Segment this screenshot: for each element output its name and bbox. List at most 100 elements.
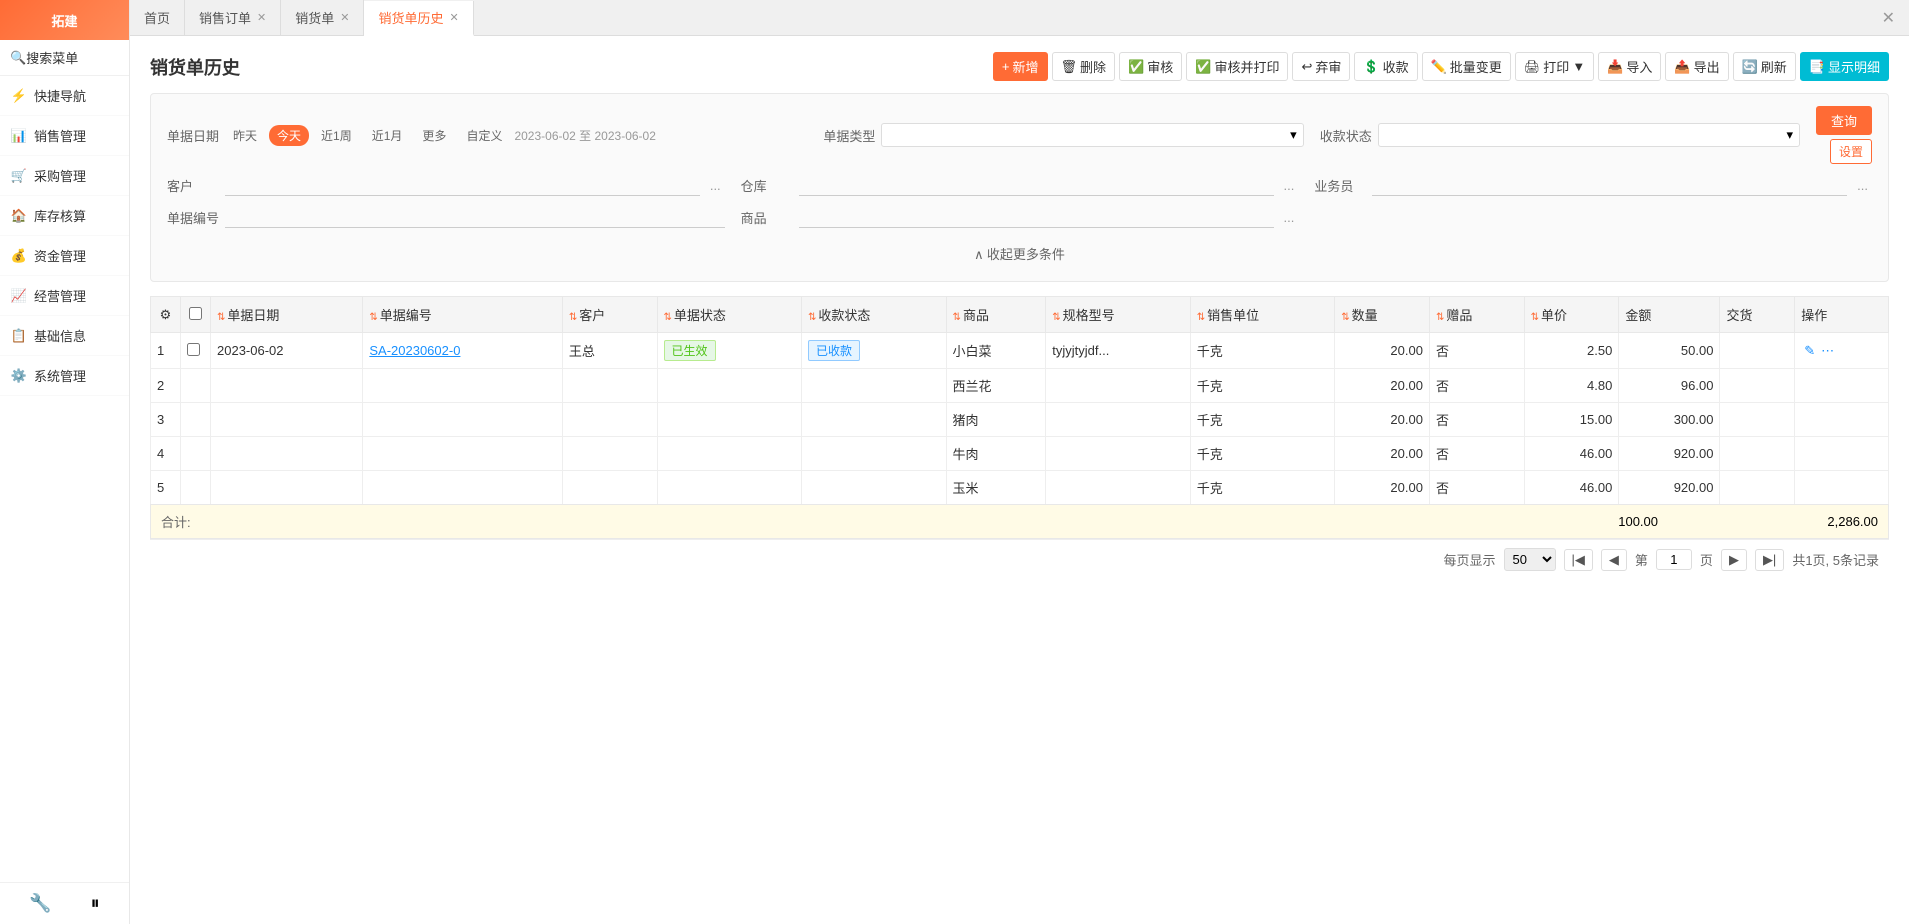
tab-home[interactable]: 首页 bbox=[130, 0, 185, 35]
col-gift[interactable]: ⇅赠品 bbox=[1429, 297, 1524, 333]
cell-action[interactable] bbox=[1795, 437, 1889, 471]
sidebar-item-operations[interactable]: 📈 经营管理 bbox=[0, 276, 129, 316]
customer-input[interactable] bbox=[225, 174, 700, 196]
edit-action-btn[interactable]: ✎ bbox=[1801, 343, 1818, 358]
date-yesterday[interactable]: 昨天 bbox=[225, 125, 265, 146]
date-today[interactable]: 今天 bbox=[269, 125, 309, 146]
cell-action[interactable] bbox=[1795, 369, 1889, 403]
row-checkbox[interactable] bbox=[181, 437, 211, 471]
refresh-button[interactable]: 🔄 刷新 bbox=[1733, 52, 1796, 81]
sidebar-item-inventory[interactable]: 🏠 库存核算 bbox=[0, 196, 129, 236]
doc-no-input[interactable] bbox=[225, 206, 725, 228]
collect-status-select[interactable]: ▾ bbox=[1378, 123, 1800, 147]
cell-customer bbox=[562, 437, 657, 471]
sidebar-item-basic-info[interactable]: 📋 基础信息 bbox=[0, 316, 129, 356]
salesperson-ellipsis[interactable]: ... bbox=[1853, 178, 1872, 193]
col-doc-no[interactable]: ⇅单据编号 bbox=[363, 297, 562, 333]
col-spec[interactable]: ⇅规格型号 bbox=[1046, 297, 1191, 333]
cell-doc-no[interactable] bbox=[363, 369, 562, 403]
row-checkbox-input[interactable] bbox=[187, 343, 200, 356]
last-page-btn[interactable]: ▶| bbox=[1755, 549, 1784, 571]
collect-icon: 💲 bbox=[1363, 59, 1379, 75]
sidebar-item-quick-nav[interactable]: ⚡ 快捷导航 bbox=[0, 76, 129, 116]
cell-doc-no[interactable] bbox=[363, 437, 562, 471]
tab-sales-order[interactable]: 销售订单 ✕ bbox=[185, 0, 281, 35]
col-date[interactable]: ⇅单据日期 bbox=[211, 297, 363, 333]
cell-trade bbox=[1720, 369, 1795, 403]
goods-input[interactable] bbox=[799, 206, 1274, 228]
row-checkbox[interactable] bbox=[181, 369, 211, 403]
print-button[interactable]: 🖨 打印 ▼ bbox=[1515, 52, 1594, 81]
tab-sales-delivery[interactable]: 销货单 ✕ bbox=[281, 0, 364, 35]
warehouse-input[interactable] bbox=[799, 174, 1274, 196]
date-custom[interactable]: 自定义 bbox=[458, 125, 510, 146]
cell-action[interactable]: ✎⋯ bbox=[1795, 333, 1889, 369]
prev-page-btn[interactable]: ◀ bbox=[1601, 549, 1627, 571]
cell-amount: 920.00 bbox=[1619, 471, 1720, 505]
sidebar-item-sales-mgmt[interactable]: 📊 销售管理 bbox=[0, 116, 129, 156]
page-number-input[interactable] bbox=[1656, 549, 1692, 570]
row-checkbox[interactable] bbox=[181, 403, 211, 437]
abandon-button[interactable]: ↩ 弃审 bbox=[1292, 52, 1350, 81]
col-price[interactable]: ⇅单价 bbox=[1524, 297, 1619, 333]
customer-ellipsis[interactable]: ... bbox=[706, 178, 725, 193]
col-settings[interactable]: ⚙ bbox=[151, 297, 181, 333]
batch-change-button[interactable]: ✏️ 批量变更 bbox=[1422, 52, 1511, 81]
cell-doc-no[interactable] bbox=[363, 471, 562, 505]
add-button[interactable]: + 新增 bbox=[993, 52, 1048, 81]
close-all-tabs[interactable]: ✕ bbox=[1868, 8, 1909, 28]
close-tab-sales-delivery[interactable]: ✕ bbox=[340, 11, 349, 24]
col-doc-status[interactable]: ⇅单据状态 bbox=[657, 297, 802, 333]
total-pages-label: 页 bbox=[1700, 550, 1713, 569]
row-checkbox[interactable] bbox=[181, 333, 211, 369]
filter-settings-button[interactable]: 设置 bbox=[1830, 139, 1872, 164]
delete-button[interactable]: 🗑 删除 bbox=[1052, 52, 1116, 81]
doc-type-select[interactable]: ▾ bbox=[881, 123, 1303, 147]
cell-doc-no[interactable] bbox=[363, 403, 562, 437]
review-button[interactable]: ✅ 审核 bbox=[1119, 52, 1182, 81]
cell-qty: 20.00 bbox=[1335, 369, 1430, 403]
review-print-button[interactable]: ✅ 审核并打印 bbox=[1186, 52, 1288, 81]
close-tab-sales-history[interactable]: ✕ bbox=[450, 11, 459, 24]
tab-sales-history[interactable]: 销货单历史 ✕ bbox=[364, 1, 473, 36]
select-all-checkbox[interactable] bbox=[189, 307, 202, 320]
col-collect-status[interactable]: ⇅收款状态 bbox=[802, 297, 947, 333]
sidebar-item-sys-mgmt[interactable]: ⚙️ 系统管理 bbox=[0, 356, 129, 396]
col-qty[interactable]: ⇅数量 bbox=[1335, 297, 1430, 333]
pause-icon[interactable]: ⏸ bbox=[91, 893, 100, 914]
sidebar-item-purchase-mgmt[interactable]: 🛒 采购管理 bbox=[0, 156, 129, 196]
cell-action[interactable] bbox=[1795, 471, 1889, 505]
show-detail-button[interactable]: 📑 显示明细 bbox=[1800, 52, 1889, 81]
footer-total-amount: 2,286.00 bbox=[1798, 514, 1878, 529]
goods-ellipsis[interactable]: ... bbox=[1280, 210, 1299, 225]
sidebar-search[interactable]: 🔍 搜索菜单 bbox=[0, 40, 129, 76]
date-last7[interactable]: 近1周 bbox=[313, 125, 360, 146]
doc-no-link[interactable]: SA-20230602-0 bbox=[369, 343, 460, 358]
main-area: 首页 销售订单 ✕ 销货单 ✕ 销货单历史 ✕ ✕ 销货单历史 + 新增 bbox=[130, 0, 1909, 924]
col-unit[interactable]: ⇅销售单位 bbox=[1190, 297, 1335, 333]
more-action-btn[interactable]: ⋯ bbox=[1818, 343, 1837, 358]
cell-qty: 20.00 bbox=[1335, 437, 1430, 471]
row-checkbox[interactable] bbox=[181, 471, 211, 505]
next-page-btn[interactable]: ▶ bbox=[1721, 549, 1747, 571]
collapse-icon: ∧ bbox=[974, 247, 984, 262]
cell-action[interactable] bbox=[1795, 403, 1889, 437]
cell-date bbox=[211, 471, 363, 505]
settings-icon[interactable]: 🔧 bbox=[29, 893, 51, 914]
col-goods[interactable]: ⇅商品 bbox=[946, 297, 1046, 333]
first-page-btn[interactable]: |◀ bbox=[1564, 549, 1593, 571]
collect-button[interactable]: 💲 收款 bbox=[1354, 52, 1417, 81]
per-page-select[interactable]: 50 100 200 bbox=[1504, 548, 1556, 571]
date-more[interactable]: 更多 bbox=[414, 125, 454, 146]
warehouse-ellipsis[interactable]: ... bbox=[1280, 178, 1299, 193]
cell-doc-no[interactable]: SA-20230602-0 bbox=[363, 333, 562, 369]
import-button[interactable]: 📥 导入 bbox=[1598, 52, 1661, 81]
collapse-conditions[interactable]: ∧ 收起更多条件 bbox=[167, 238, 1872, 269]
salesperson-input[interactable] bbox=[1372, 174, 1847, 196]
date-last-month[interactable]: 近1月 bbox=[364, 125, 411, 146]
query-button[interactable]: 查询 bbox=[1816, 106, 1872, 135]
export-button[interactable]: 📤 导出 bbox=[1665, 52, 1728, 81]
col-customer[interactable]: ⇅客户 bbox=[562, 297, 657, 333]
close-tab-sales-order[interactable]: ✕ bbox=[257, 11, 266, 24]
sidebar-item-finance[interactable]: 💰 资金管理 bbox=[0, 236, 129, 276]
